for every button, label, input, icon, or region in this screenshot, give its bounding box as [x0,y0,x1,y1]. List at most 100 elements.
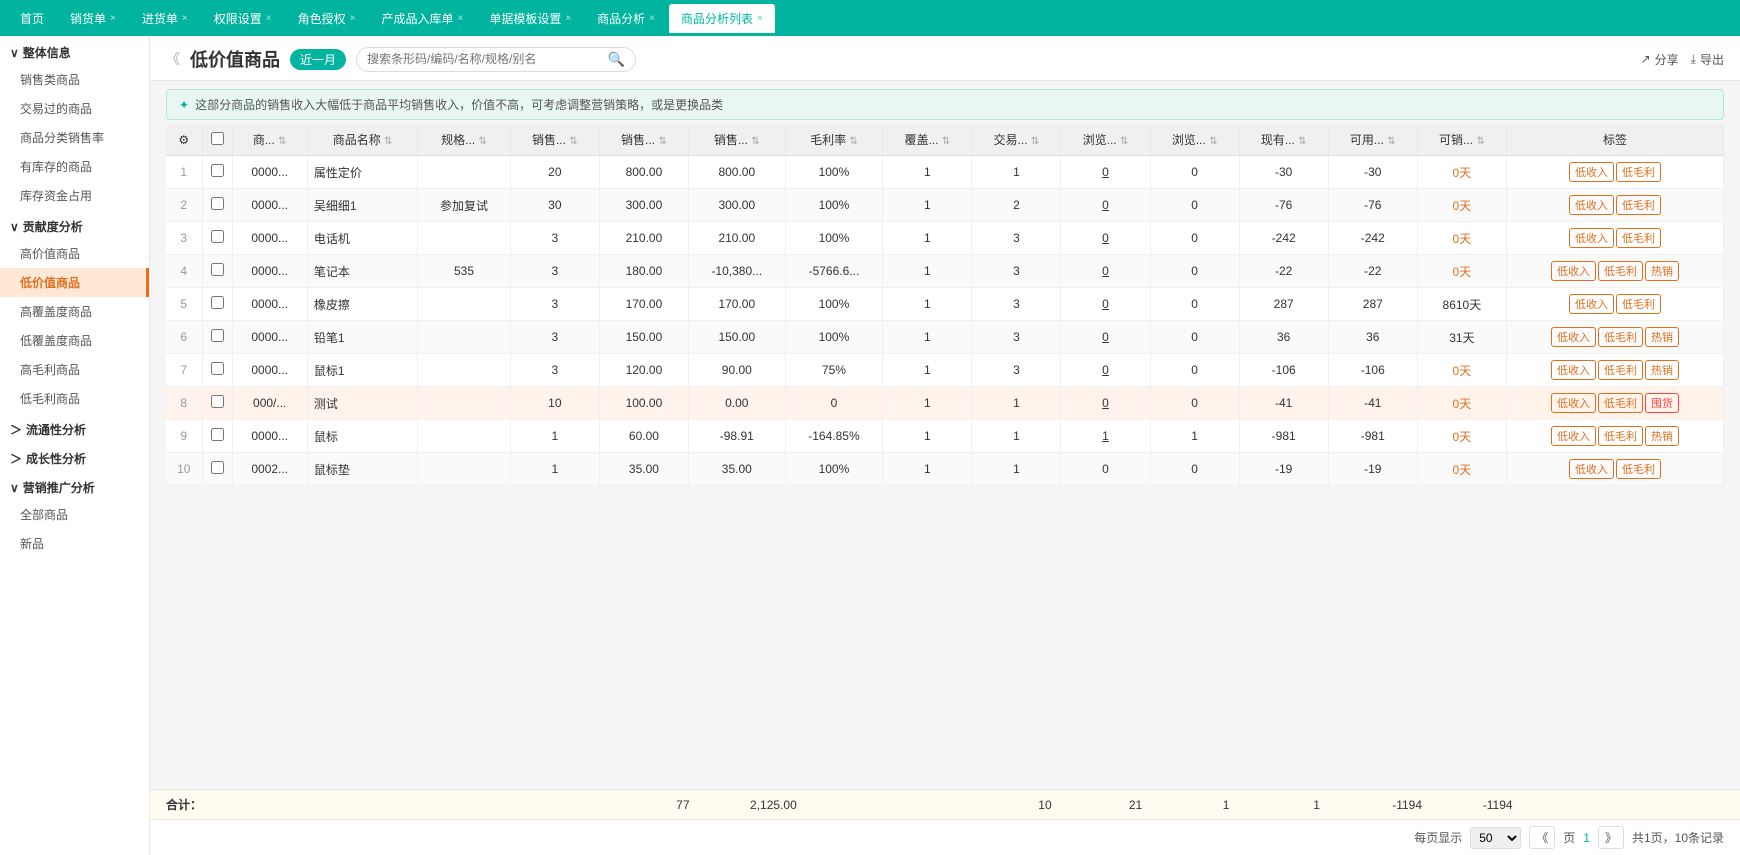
row-sales1: 20 [510,156,599,189]
table-container[interactable]: ⚙ 商... ⇅ 商品名称 ⇅ 规格... ⇅ 销售... ⇅ 销售... ⇅ … [150,124,1740,789]
filter-tag-month[interactable]: 近一月 [290,49,346,70]
nav-product-analysis[interactable]: 商品分析 × [585,4,667,33]
row-checkbox[interactable] [202,255,232,288]
browse1-link[interactable]: 0 [1102,165,1109,179]
sidebar-item-sales-products[interactable]: 销售类商品 [0,65,149,94]
row-checkbox[interactable] [202,354,232,387]
nav-purchase-order[interactable]: 进货单 × [130,4,200,33]
search-input[interactable] [367,52,602,66]
select-all-checkbox[interactable] [211,132,224,145]
row-checkbox[interactable] [202,189,232,222]
row-select-checkbox[interactable] [211,296,224,309]
nav-permission-settings[interactable]: 权限设置 × [202,4,284,33]
row-checkbox[interactable] [202,156,232,189]
total-spacer7 [1633,798,1724,812]
browse1-link[interactable]: 0 [1102,396,1109,410]
row-browse1[interactable]: 0 [1061,321,1150,354]
row-select-checkbox[interactable] [211,428,224,441]
sidebar-item-low-coverage[interactable]: 低覆盖度商品 [0,326,149,355]
browse1-link[interactable]: 1 [1102,429,1109,443]
row-name: 测试 [307,387,417,420]
row-browse1[interactable]: 0 [1061,387,1150,420]
row-current: -981 [1239,420,1328,453]
browse1-link[interactable]: 0 [1102,264,1109,278]
checkbox-th[interactable] [202,124,232,156]
next-page-button[interactable]: 》 [1598,826,1624,849]
sidebar-item-in-stock[interactable]: 有库存的商品 [0,152,149,181]
close-icon[interactable]: × [182,13,188,24]
row-transaction: 1 [972,420,1061,453]
sidebar-item-high-value[interactable]: 高价值商品 [0,239,149,268]
browse1-link[interactable]: 0 [1102,198,1109,212]
nav-home[interactable]: 首页 [8,4,56,33]
nav-template-settings[interactable]: 单据模板设置 × [477,4,583,33]
sidebar-group-circulation[interactable]: ＞ 流通性分析 [0,413,149,442]
close-icon[interactable]: × [565,13,571,24]
sidebar-group-overall[interactable]: ∨ 整体信息 [0,36,149,65]
sidebar-group-contribution[interactable]: ∨ 贡献度分析 [0,210,149,239]
first-page-button[interactable]: 《 [1529,826,1555,849]
sidebar-collapse-button[interactable]: 《 [166,49,180,69]
row-current: -76 [1239,189,1328,222]
browse1-link[interactable]: 0 [1102,297,1109,311]
row-browse1[interactable]: 1 [1061,420,1150,453]
export-button[interactable]: ⤓ 导出 [1691,51,1724,68]
row-browse1[interactable]: 0 [1061,222,1150,255]
row-checkbox[interactable] [202,387,232,420]
th-browse1: 浏览... ⇅ [1061,124,1150,156]
sidebar-item-high-margin[interactable]: 高毛利商品 [0,355,149,384]
sidebar-group-marketing[interactable]: ∨ 营销推广分析 [0,471,149,500]
browse1-link[interactable]: 0 [1102,330,1109,344]
row-checkbox[interactable] [202,420,232,453]
nav-product-analysis-list[interactable]: 商品分析列表 × [669,4,775,33]
sidebar-group-growth[interactable]: ＞ 成长性分析 [0,442,149,471]
sidebar-item-high-coverage[interactable]: 高覆盖度商品 [0,297,149,326]
row-select-checkbox[interactable] [211,197,224,210]
row-browse1[interactable]: 0 [1061,156,1150,189]
per-page-select[interactable]: 50 100 200 [1470,827,1521,849]
sidebar-item-inventory-capital[interactable]: 库存资金占用 [0,181,149,210]
table-row: 7 0000... 鼠标1 3 120.00 90.00 75% 1 3 0 0… [166,354,1724,387]
row-browse1[interactable]: 0 [1061,453,1150,486]
settings-th[interactable]: ⚙ [166,124,202,156]
close-icon[interactable]: × [457,13,463,24]
share-button[interactable]: ↗ 分享 [1641,51,1679,68]
close-icon[interactable]: × [350,13,356,24]
sidebar-item-low-value[interactable]: 低价值商品 [0,268,149,297]
search-box[interactable]: 🔍 [356,47,636,72]
row-browse1[interactable]: 0 [1061,255,1150,288]
row-select-checkbox[interactable] [211,461,224,474]
row-select-checkbox[interactable] [211,263,224,276]
row-select-checkbox[interactable] [211,329,224,342]
row-select-checkbox[interactable] [211,164,224,177]
sidebar-item-new-products[interactable]: 新品 [0,529,149,558]
row-current: -22 [1239,255,1328,288]
browse1-link[interactable]: 0 [1102,363,1109,377]
row-browse1[interactable]: 0 [1061,189,1150,222]
th-sales2: 销售... ⇅ [599,124,688,156]
close-icon[interactable]: × [110,13,116,24]
nav-role-auth[interactable]: 角色授权 × [286,4,368,33]
sidebar-item-category-sales-rate[interactable]: 商品分类销售率 [0,123,149,152]
notice-icon: ✦ [179,98,189,112]
sidebar-item-all-products[interactable]: 全部商品 [0,500,149,529]
close-icon[interactable]: × [266,13,272,24]
close-icon[interactable]: × [649,13,655,24]
row-checkbox[interactable] [202,222,232,255]
row-browse1[interactable]: 0 [1061,288,1150,321]
row-transaction: 1 [972,156,1061,189]
search-icon[interactable]: 🔍 [608,51,625,68]
row-browse1[interactable]: 0 [1061,354,1150,387]
close-icon[interactable]: × [757,13,763,24]
row-select-checkbox[interactable] [211,395,224,408]
row-select-checkbox[interactable] [211,230,224,243]
row-select-checkbox[interactable] [211,362,224,375]
browse1-link[interactable]: 0 [1102,231,1109,245]
sidebar-item-traded-products[interactable]: 交易过的商品 [0,94,149,123]
sidebar-item-low-margin[interactable]: 低毛利商品 [0,384,149,413]
nav-product-inbound[interactable]: 产成品入库单 × [369,4,475,33]
row-checkbox[interactable] [202,321,232,354]
nav-sales-order[interactable]: 销货单 × [58,4,128,33]
row-checkbox[interactable] [202,288,232,321]
row-checkbox[interactable] [202,453,232,486]
